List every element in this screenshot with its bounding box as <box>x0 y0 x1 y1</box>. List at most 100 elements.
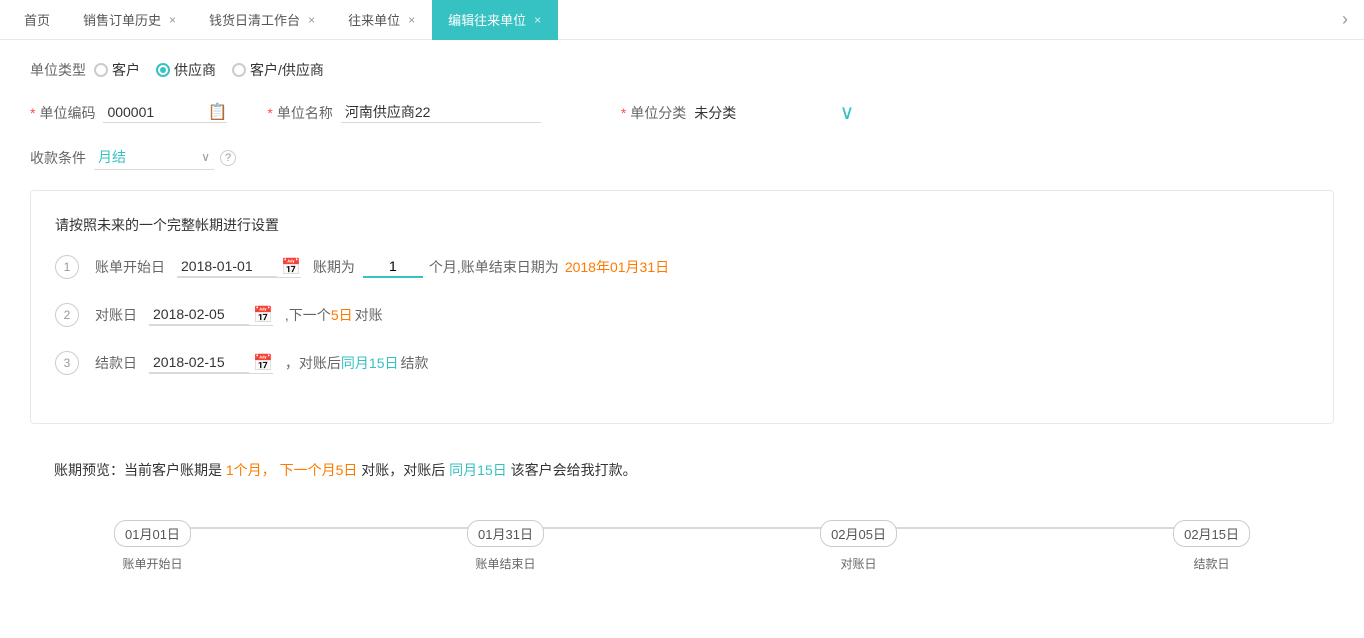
radio-supplier[interactable]: 供应商 <box>156 60 216 80</box>
tab-cash-work[interactable]: 钱货日清工作台 × <box>193 0 332 40</box>
tab-cash-work-label: 钱货日清工作台 <box>209 10 300 29</box>
step-2-row: 2 对账日 📅 ,下一个 5日 对账 <box>55 303 1309 327</box>
step-2-highlight: 5日 <box>331 305 353 325</box>
radio-both[interactable]: 客户/供应商 <box>232 60 324 80</box>
tab-home[interactable]: 首页 <box>8 0 67 40</box>
step-1-period-input[interactable] <box>363 256 423 278</box>
settings-panel: 请按照未来的一个完整帐期进行设置 1 账单开始日 📅 账期为 个月,账单结束日期… <box>30 190 1334 424</box>
step-1-calendar-icon[interactable]: 📅 <box>281 257 301 277</box>
tab-scroll-right-icon[interactable]: › <box>1334 9 1356 30</box>
step-3-highlight: 同月15日 <box>341 353 399 373</box>
timeline-node-0: 01月01日 账单开始日 <box>114 520 191 572</box>
radio-customer[interactable]: 客户 <box>94 60 140 80</box>
tab-edit-partner[interactable]: 编辑往来单位 × <box>432 0 558 40</box>
code-input[interactable] <box>103 102 203 122</box>
name-field: * 单位名称 <box>267 102 540 123</box>
step-3-suffix: 结款 <box>401 353 429 373</box>
close-partner-icon[interactable]: × <box>408 13 415 27</box>
main-content: 单位类型 客户 供应商 客户/供应商 * 单位编码 <box>0 40 1364 638</box>
name-input[interactable] <box>341 102 541 123</box>
category-select[interactable]: 未分类 ∨ <box>694 100 854 125</box>
payment-row: 收款条件 月结 ∨ ? <box>30 145 1334 170</box>
step-2-label: 对账日 <box>95 305 137 325</box>
payment-select[interactable]: 月结 ∨ <box>94 145 214 170</box>
radio-both-circle <box>232 63 246 77</box>
step-1-date-wrapper: 📅 <box>177 256 301 278</box>
step-2-suffix: 对账 <box>355 305 383 325</box>
code-required: * <box>30 105 35 121</box>
code-copy-icon[interactable]: 📋 <box>207 102 227 122</box>
timeline-container: 01月01日 账单开始日 01月31日 账单结束日 02月05日 对账日 02月… <box>54 510 1310 602</box>
code-name-row: * 单位编码 📋 * 单位名称 * 单位分类 未分类 ∨ <box>30 100 1334 125</box>
name-required: * <box>267 105 272 121</box>
preview-part4: 同月15日 <box>449 462 507 478</box>
timeline-bubble-3: 02月15日 <box>1173 520 1250 547</box>
step-3-num: 3 <box>55 351 79 375</box>
category-dropdown-icon: ∨ <box>840 100 855 125</box>
timeline-bubble-2: 02月05日 <box>820 520 897 547</box>
timeline-label-1: 账单结束日 <box>475 555 535 572</box>
tab-edit-partner-label: 编辑往来单位 <box>448 10 526 29</box>
payment-value: 月结 <box>98 147 197 167</box>
timeline-bubble-1: 01月31日 <box>467 520 544 547</box>
unit-type-field: 单位类型 客户 供应商 客户/供应商 <box>30 60 324 80</box>
preview-text: 账期预览：当前客户账期是 1个月， 下一个月5日 对账，对账后 同月15日 该客… <box>54 460 1310 480</box>
step-2-prefix: ,下一个 <box>285 305 331 325</box>
payment-help-icon[interactable]: ? <box>220 150 236 166</box>
tab-partner[interactable]: 往来单位 × <box>332 0 432 40</box>
timeline-node-2: 02月05日 对账日 <box>820 520 897 572</box>
step-1-num: 1 <box>55 255 79 279</box>
step-1-end-date: 2018年01月31日 <box>565 257 669 277</box>
tab-home-label: 首页 <box>24 10 50 29</box>
close-cash-work-icon[interactable]: × <box>308 13 315 27</box>
step-3-label: 结款日 <box>95 353 137 373</box>
tabs-bar: 首页 销售订单历史 × 钱货日清工作台 × 往来单位 × 编辑往来单位 × › <box>0 0 1364 40</box>
panel-title: 请按照未来的一个完整帐期进行设置 <box>55 215 1309 235</box>
tab-sales-history-label: 销售订单历史 <box>83 10 161 29</box>
timeline-label-2: 对账日 <box>841 555 877 572</box>
timeline-node-1: 01月31日 账单结束日 <box>467 520 544 572</box>
unit-type-row: 单位类型 客户 供应商 客户/供应商 <box>30 60 1334 80</box>
step-1-label: 账单开始日 <box>95 257 165 277</box>
preview-label: 账期预览：当前客户账期是 <box>54 462 222 478</box>
code-label: 单位编码 <box>39 103 95 123</box>
close-sales-history-icon[interactable]: × <box>169 13 176 27</box>
step-1-suffix-after: 个月,账单结束日期为 <box>429 257 559 277</box>
step-1-suffix-before: 账期为 <box>313 257 355 277</box>
code-input-wrapper: 📋 <box>103 102 227 123</box>
category-label: 单位分类 <box>630 103 686 123</box>
category-required: * <box>621 105 626 121</box>
unit-type-radio-group: 客户 供应商 客户/供应商 <box>94 60 324 80</box>
tab-partner-label: 往来单位 <box>348 10 400 29</box>
step-3-date-wrapper: 📅 <box>149 352 273 374</box>
timeline-label-0: 账单开始日 <box>122 555 182 572</box>
payment-field: 收款条件 月结 ∨ ? <box>30 145 236 170</box>
step-1-date-input[interactable] <box>177 256 277 277</box>
step-3-calendar-icon[interactable]: 📅 <box>253 353 273 373</box>
tab-sales-history[interactable]: 销售订单历史 × <box>67 0 193 40</box>
preview-part1: 1个月， <box>226 462 276 478</box>
preview-part3: 对账，对账后 <box>361 462 445 478</box>
step-2-num: 2 <box>55 303 79 327</box>
category-value: 未分类 <box>694 103 839 123</box>
timeline: 01月01日 账单开始日 01月31日 账单结束日 02月05日 对账日 02月… <box>94 510 1270 602</box>
step-2-date-input[interactable] <box>149 304 249 325</box>
close-edit-partner-icon[interactable]: × <box>534 13 541 27</box>
step-2-date-wrapper: 📅 <box>149 304 273 326</box>
step-3-prefix: ，对账后 <box>285 353 341 373</box>
payment-dropdown-icon: ∨ <box>201 150 210 164</box>
unit-type-label: 单位类型 <box>30 60 86 80</box>
radio-customer-label: 客户 <box>112 60 140 80</box>
payment-label: 收款条件 <box>30 148 86 168</box>
step-1-row: 1 账单开始日 📅 账期为 个月,账单结束日期为 2018年01月31日 <box>55 255 1309 279</box>
step-3-date-input[interactable] <box>149 352 249 373</box>
timeline-bubble-0: 01月01日 <box>114 520 191 547</box>
radio-both-label: 客户/供应商 <box>250 60 324 80</box>
step-2-calendar-icon[interactable]: 📅 <box>253 305 273 325</box>
radio-customer-circle <box>94 63 108 77</box>
timeline-label-3: 结款日 <box>1194 555 1230 572</box>
step-3-row: 3 结款日 📅 ，对账后 同月15日 结款 <box>55 351 1309 375</box>
code-field: * 单位编码 📋 <box>30 102 227 123</box>
preview-part5: 该客户会给我打款。 <box>511 462 637 478</box>
radio-supplier-label: 供应商 <box>174 60 216 80</box>
